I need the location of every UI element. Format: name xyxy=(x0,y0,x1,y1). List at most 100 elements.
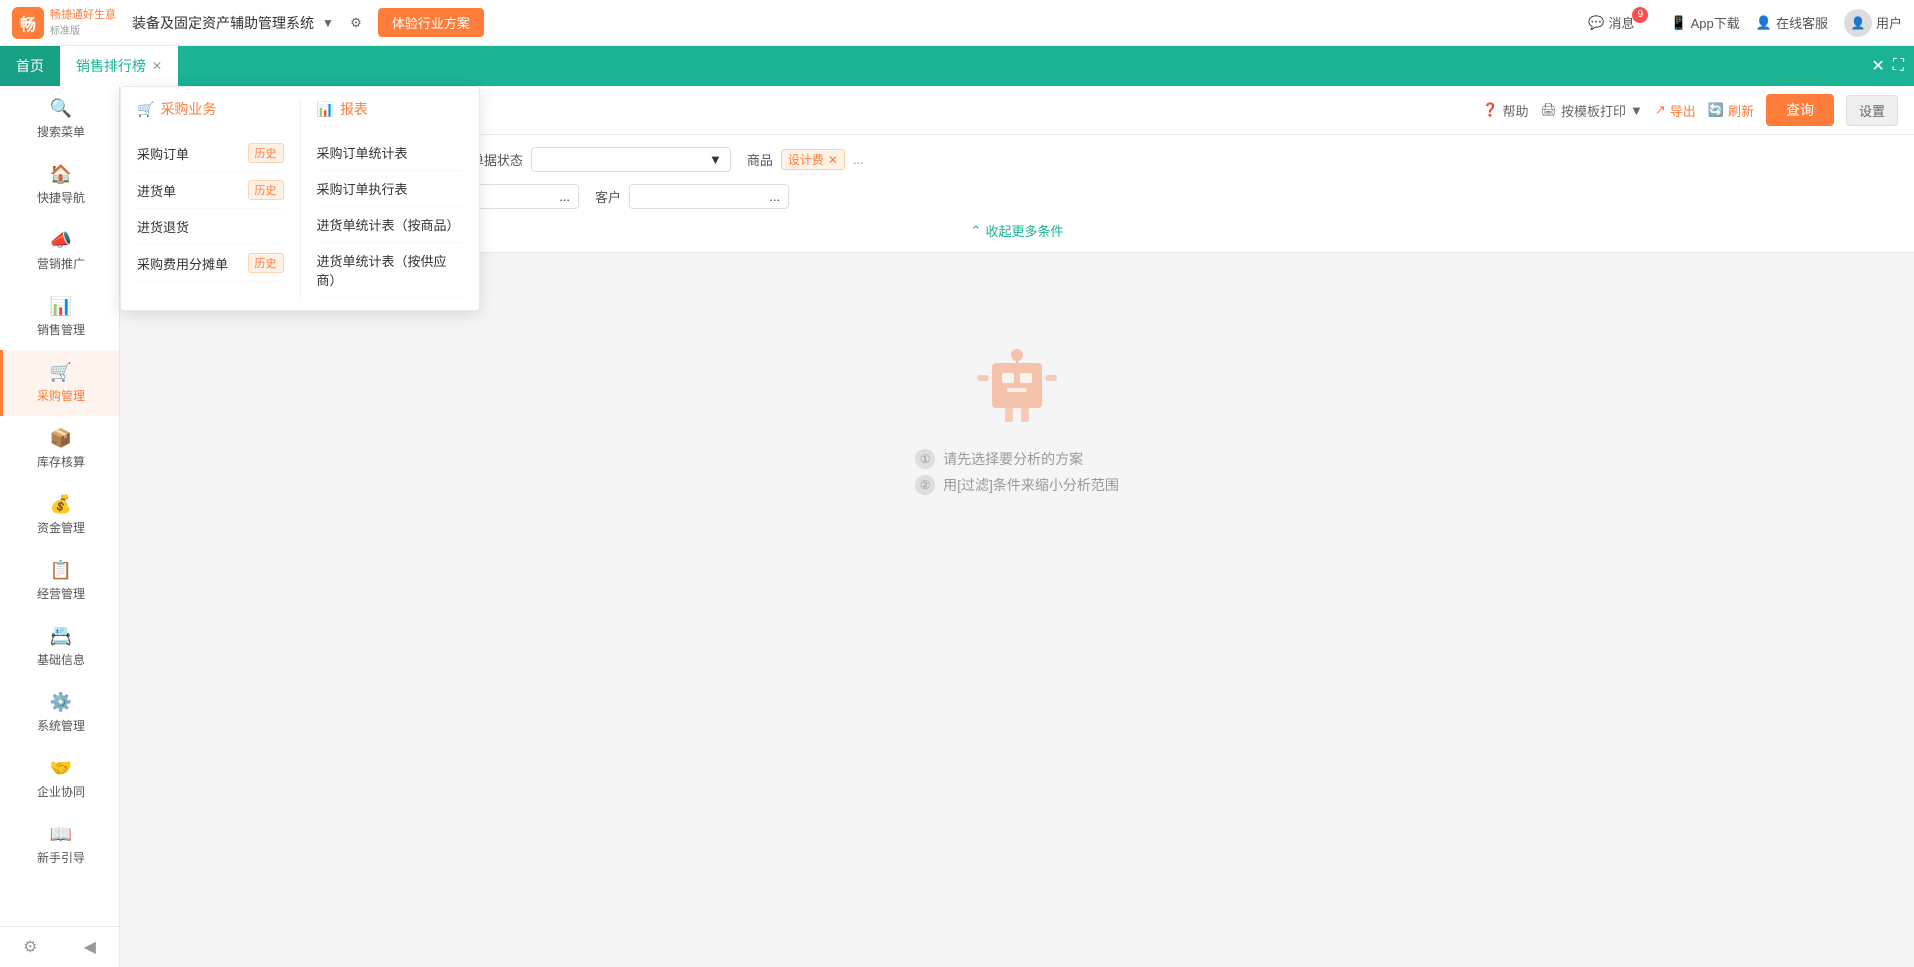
sidebar-quick-label: 快捷导航 xyxy=(37,189,85,206)
logo-text: 畅捷通好生意 xyxy=(50,8,116,22)
report-col-icon: 📊 xyxy=(317,101,334,118)
empty-tip-2: ② 用[过滤]条件来缩小分析范围 xyxy=(915,475,1119,495)
sidebar-item-basic[interactable]: 📇 基础信息 xyxy=(0,614,119,680)
dropdown-purchase-col: 🛒 采购业务 采购订单 历史 进货单 历史 进货退货 采购费用分摊单 历史 xyxy=(121,99,300,298)
message-label: 消息 xyxy=(1608,13,1634,32)
user-item[interactable]: 👤 用户 xyxy=(1844,9,1902,37)
customer-label: 客户 xyxy=(595,187,621,206)
doc-status-select[interactable]: ▼ xyxy=(531,147,731,172)
sidebar-item-operation[interactable]: 📋 经营管理 xyxy=(0,548,119,614)
message-badge: 9 xyxy=(1632,7,1648,23)
dropdown-item-return[interactable]: 进货退货 xyxy=(137,209,284,245)
logo-icon: 畅 xyxy=(12,7,44,39)
inventory-icon: 📦 xyxy=(50,428,72,449)
sidebar-item-system[interactable]: ⚙️ 系统管理 xyxy=(0,680,119,746)
export-icon: ↗ xyxy=(1655,102,1666,118)
sidebar-item-inventory[interactable]: 📦 库存核算 xyxy=(0,416,119,482)
service-icon: 👤 xyxy=(1756,15,1772,31)
tip-text-1: 请先选择要分析的方案 xyxy=(943,449,1083,469)
filter-customer-item: 客户 ... xyxy=(595,184,789,209)
sidebar-item-guide[interactable]: 📖 新手引导 xyxy=(0,812,119,878)
system-dropdown-btn[interactable]: ▼ xyxy=(322,16,334,30)
doc-status-dropdown: ▼ xyxy=(709,152,722,167)
empty-tips: ① 请先选择要分析的方案 ② 用[过滤]条件来缩小分析范围 xyxy=(915,449,1119,495)
enterprise-icon: 🤝 xyxy=(50,758,72,779)
dropdown-cols: 🛒 采购业务 采购订单 历史 进货单 历史 进货退货 采购费用分摊单 历史 📊 xyxy=(121,99,479,298)
logo-text-block: 畅捷通好生意 标准版 xyxy=(50,8,116,37)
sidebar-system-label: 系统管理 xyxy=(37,717,85,734)
dropdown-item-report-3[interactable]: 进货单统计表（按商品） xyxy=(317,207,464,243)
print-btn[interactable]: 🖨 按模板打印 ▼ xyxy=(1540,101,1642,120)
collapse-btn[interactable]: ⌃ 收起更多条件 xyxy=(971,221,1064,240)
dropdown-item-expense[interactable]: 采购费用分摊单 历史 xyxy=(137,245,284,282)
purchase-icon: 🛒 xyxy=(50,362,72,383)
finance-icon: 💰 xyxy=(50,494,72,515)
sidebar-bottom: ⚙ ◀ xyxy=(0,926,119,967)
top-header: 畅 畅捷通好生意 标准版 装备及固定资产辅助管理系统 ▼ ⚙ 体验行业方案 💬 … xyxy=(0,0,1914,46)
empty-tip-1: ① 请先选择要分析的方案 xyxy=(915,449,1119,469)
app-download-item[interactable]: 📱 App下载 xyxy=(1670,13,1739,32)
sidebar-basic-label: 基础信息 xyxy=(37,651,85,668)
customer-select[interactable]: ... xyxy=(629,184,789,209)
receipt-history-tag: 历史 xyxy=(248,180,284,200)
goods-tag-close[interactable]: ✕ xyxy=(828,153,838,167)
sidebar-item-finance[interactable]: 💰 资金管理 xyxy=(0,482,119,548)
system-icon: ⚙️ xyxy=(50,692,72,713)
sidebar-item-sales[interactable]: 📊 销售管理 xyxy=(0,284,119,350)
dropdown-item-receipt[interactable]: 进货单 历史 xyxy=(137,172,284,209)
print-dropdown-icon[interactable]: ▼ xyxy=(1630,103,1643,118)
expense-history-tag: 历史 xyxy=(248,253,284,273)
tip-text-2: 用[过滤]条件来缩小分析范围 xyxy=(943,475,1119,495)
operation-icon: 📋 xyxy=(50,560,72,581)
sidebar: 🔍 搜索菜单 🏠 快捷导航 📣 营销推广 📊 销售管理 🛒 采购管理 📦 库存核… xyxy=(0,86,120,967)
report-2-label: 采购订单执行表 xyxy=(317,179,408,198)
customer-more[interactable]: ... xyxy=(769,189,780,204)
report-3-label: 进货单统计表（按商品） xyxy=(317,215,460,234)
tab-home[interactable]: 首页 xyxy=(0,46,60,86)
expense-label: 采购费用分摊单 xyxy=(137,254,228,273)
print-label: 按模板打印 xyxy=(1561,101,1626,120)
export-btn[interactable]: ↗ 导出 xyxy=(1655,101,1696,120)
query-btn[interactable]: 查询 xyxy=(1766,94,1834,126)
tab-maximize-btn[interactable]: ⛶ xyxy=(1893,57,1904,75)
online-service-item[interactable]: 👤 在线客服 xyxy=(1756,13,1828,32)
sidebar-item-enterprise[interactable]: 🤝 企业协同 xyxy=(0,746,119,812)
help-btn[interactable]: ❓ 帮助 xyxy=(1482,101,1528,120)
purchase-col-icon: 🛒 xyxy=(137,101,154,118)
salesperson-more[interactable]: ... xyxy=(559,189,570,204)
dropdown-item-report-4[interactable]: 进货单统计表（按供应商） xyxy=(317,243,464,298)
sidebar-purchase-label: 采购管理 xyxy=(37,387,85,404)
sidebar-settings-btn[interactable]: ⚙ xyxy=(23,937,37,957)
help-icon: ❓ xyxy=(1482,102,1498,118)
tab-close-btn[interactable]: ✕ xyxy=(1871,56,1884,76)
dropdown-item-report-1[interactable]: 采购订单统计表 xyxy=(317,135,464,171)
message-item[interactable]: 💬 消息 9 xyxy=(1588,13,1654,32)
report-4-label: 进货单统计表（按供应商） xyxy=(317,251,464,289)
user-label: 用户 xyxy=(1876,13,1902,32)
sidebar-item-marketing[interactable]: 📣 营销推广 xyxy=(0,218,119,284)
tab-bar-right: ✕ ⛶ xyxy=(1871,56,1914,76)
header-settings-icon[interactable]: ⚙ xyxy=(342,9,370,37)
print-icon: 🖨 xyxy=(1540,102,1557,118)
dropdown-item-report-2[interactable]: 采购订单执行表 xyxy=(317,171,464,207)
sidebar-item-search[interactable]: 🔍 搜索菜单 xyxy=(0,86,119,152)
goods-more-btn[interactable]: ... xyxy=(853,152,864,167)
dropdown-menu: 🛒 采购业务 采购订单 历史 进货单 历史 进货退货 采购费用分摊单 历史 📊 xyxy=(120,86,480,311)
settings-outline-btn[interactable]: 设置 xyxy=(1846,95,1898,126)
sidebar-item-quick[interactable]: 🏠 快捷导航 xyxy=(0,152,119,218)
sidebar-item-purchase[interactable]: 🛒 采购管理 xyxy=(0,350,119,416)
empty-svg xyxy=(957,333,1077,433)
refresh-btn[interactable]: 🔄 刷新 xyxy=(1708,101,1754,120)
dropdown-report-title: 📊 报表 xyxy=(317,99,464,125)
dropdown-item-po[interactable]: 采购订单 历史 xyxy=(137,135,284,172)
header-center: 装备及固定资产辅助管理系统 ▼ ⚙ 体验行业方案 xyxy=(132,8,1588,37)
sidebar-sales-label: 销售管理 xyxy=(37,321,85,338)
home-icon: 🏠 xyxy=(50,164,72,185)
tab-close-icon[interactable]: ✕ xyxy=(152,59,162,73)
collapse-icon: ⌃ xyxy=(971,223,982,239)
sidebar-collapse-btn[interactable]: ◀ xyxy=(84,937,96,957)
industry-btn[interactable]: 体验行业方案 xyxy=(378,8,484,37)
tab-sales-ranking[interactable]: 销售排行榜 ✕ xyxy=(60,46,178,86)
tab-home-label: 首页 xyxy=(16,56,44,76)
tab-bar: 首页 销售排行榜 ✕ ✕ ⛶ xyxy=(0,46,1914,86)
